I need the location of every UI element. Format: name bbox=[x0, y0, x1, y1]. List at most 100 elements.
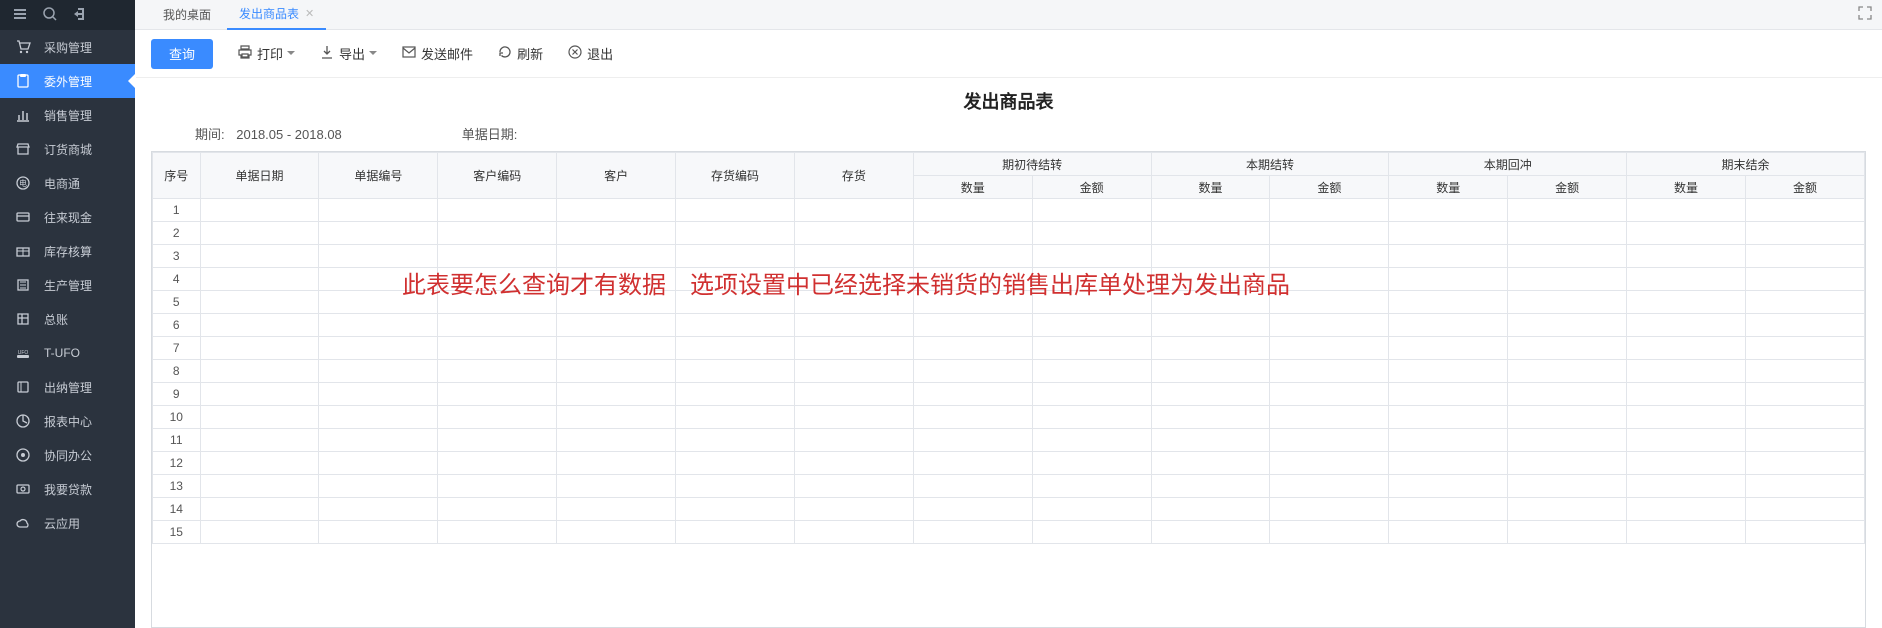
search-icon[interactable] bbox=[42, 6, 58, 25]
th-inv[interactable]: 存货 bbox=[794, 153, 913, 199]
th-amount[interactable]: 金额 bbox=[1270, 176, 1389, 199]
sidebar-item-purchase[interactable]: 采购管理 bbox=[0, 30, 135, 64]
period-filter[interactable]: 期间: 2018.05 - 2018.08 bbox=[195, 124, 342, 143]
query-button[interactable]: 查询 bbox=[151, 39, 213, 69]
menu-icon[interactable] bbox=[12, 6, 28, 25]
cell bbox=[1270, 222, 1389, 245]
th-qty[interactable]: 数量 bbox=[1151, 176, 1270, 199]
cell bbox=[1745, 337, 1864, 360]
cell bbox=[1508, 521, 1627, 544]
table-row[interactable]: 6 bbox=[153, 314, 1865, 337]
cell bbox=[557, 291, 676, 314]
table-row[interactable]: 8 bbox=[153, 360, 1865, 383]
table-row[interactable]: 9 bbox=[153, 383, 1865, 406]
cell bbox=[1151, 199, 1270, 222]
sidebar-item-cloud[interactable]: 云应用 bbox=[0, 506, 135, 540]
th-qty[interactable]: 数量 bbox=[1627, 176, 1746, 199]
sidebar-item-collab[interactable]: 协同办公 bbox=[0, 438, 135, 472]
th-custcode[interactable]: 客户编码 bbox=[438, 153, 557, 199]
sidebar-item-tufo[interactable]: UFOT-UFO bbox=[0, 336, 135, 370]
th-group-current[interactable]: 本期结转 bbox=[1151, 153, 1389, 176]
sidebar-item-inventory[interactable]: 库存核算 bbox=[0, 234, 135, 268]
cell bbox=[1270, 291, 1389, 314]
th-group-end[interactable]: 期末结余 bbox=[1627, 153, 1865, 176]
cell bbox=[200, 268, 319, 291]
cell bbox=[557, 429, 676, 452]
table-row[interactable]: 4 bbox=[153, 268, 1865, 291]
cart-icon bbox=[14, 39, 32, 55]
th-invcode[interactable]: 存货编码 bbox=[676, 153, 795, 199]
cell bbox=[557, 199, 676, 222]
cell bbox=[1627, 222, 1746, 245]
cell bbox=[1151, 475, 1270, 498]
prod-icon bbox=[14, 277, 32, 293]
cell bbox=[1270, 429, 1389, 452]
cell-seq: 2 bbox=[153, 222, 201, 245]
table-row[interactable]: 13 bbox=[153, 475, 1865, 498]
sidebar-item-production[interactable]: 生产管理 bbox=[0, 268, 135, 302]
th-amount[interactable]: 金额 bbox=[1745, 176, 1864, 199]
cell bbox=[1389, 245, 1508, 268]
table-row[interactable]: 10 bbox=[153, 406, 1865, 429]
th-qty[interactable]: 数量 bbox=[1389, 176, 1508, 199]
th-amount[interactable]: 金额 bbox=[1508, 176, 1627, 199]
ufo-icon: UFO bbox=[14, 345, 32, 361]
tab-0[interactable]: 我的桌面 bbox=[151, 0, 223, 30]
cell bbox=[794, 521, 913, 544]
th-docno[interactable]: 单据编号 bbox=[319, 153, 438, 199]
sidebar-item-sales[interactable]: 销售管理 bbox=[0, 98, 135, 132]
sidebar-item-ordermall[interactable]: 订货商城 bbox=[0, 132, 135, 166]
th-group-back[interactable]: 本期回冲 bbox=[1389, 153, 1627, 176]
th-qty[interactable]: 数量 bbox=[913, 176, 1032, 199]
sidebar-item-cash[interactable]: 往来现金 bbox=[0, 200, 135, 234]
cell bbox=[1508, 245, 1627, 268]
sidebar-item-reports[interactable]: 报表中心 bbox=[0, 404, 135, 438]
exit-button[interactable]: 退出 bbox=[567, 44, 613, 63]
fullscreen-icon[interactable] bbox=[1858, 6, 1872, 23]
th-seq[interactable]: 序号 bbox=[153, 153, 201, 199]
cell bbox=[1032, 245, 1151, 268]
table-row[interactable]: 12 bbox=[153, 452, 1865, 475]
tab-close-icon[interactable]: ✕ bbox=[305, 7, 314, 20]
table-row[interactable]: 1 bbox=[153, 199, 1865, 222]
cell bbox=[1151, 245, 1270, 268]
cell bbox=[200, 222, 319, 245]
sidebar-item-gl[interactable]: 总账 bbox=[0, 302, 135, 336]
table-row[interactable]: 2 bbox=[153, 222, 1865, 245]
table-row[interactable]: 3 bbox=[153, 245, 1865, 268]
table-row[interactable]: 11 bbox=[153, 429, 1865, 452]
tab-1[interactable]: 发出商品表✕ bbox=[227, 0, 326, 30]
cell bbox=[913, 498, 1032, 521]
sidebar-item-cashier[interactable]: 出纳管理 bbox=[0, 370, 135, 404]
sidebar-item-loan[interactable]: 我要贷款 bbox=[0, 472, 135, 506]
th-cust[interactable]: 客户 bbox=[557, 153, 676, 199]
cell bbox=[1032, 475, 1151, 498]
report-table: 序号 单据日期 单据编号 客户编码 客户 存货编码 存货 期初待结转 本期结转 … bbox=[152, 152, 1865, 544]
caret-down-icon bbox=[369, 51, 377, 59]
cell bbox=[319, 406, 438, 429]
th-docdate[interactable]: 单据日期 bbox=[200, 153, 319, 199]
th-amount[interactable]: 金额 bbox=[1032, 176, 1151, 199]
table-row[interactable]: 7 bbox=[153, 337, 1865, 360]
refresh-button[interactable]: 刷新 bbox=[497, 44, 543, 63]
table-row[interactable]: 15 bbox=[153, 521, 1865, 544]
cell bbox=[1032, 314, 1151, 337]
cell bbox=[1745, 521, 1864, 544]
th-group-begin[interactable]: 期初待结转 bbox=[913, 153, 1151, 176]
cell bbox=[1032, 291, 1151, 314]
docdate-filter[interactable]: 单据日期: bbox=[462, 124, 526, 143]
sidebar-item-label: 协同办公 bbox=[44, 447, 92, 464]
cell bbox=[438, 429, 557, 452]
sidebar-item-outsource[interactable]: 委外管理 bbox=[0, 64, 135, 98]
sidebar-item-ecom[interactable]: 电电商通 bbox=[0, 166, 135, 200]
export-button[interactable]: 导出 bbox=[319, 44, 377, 63]
table-row[interactable]: 14 bbox=[153, 498, 1865, 521]
cell bbox=[794, 199, 913, 222]
print-button[interactable]: 打印 bbox=[237, 44, 295, 63]
table-row[interactable]: 5 bbox=[153, 291, 1865, 314]
cell bbox=[200, 245, 319, 268]
exit-icon[interactable] bbox=[72, 6, 88, 25]
sidebar-item-label: 订货商城 bbox=[44, 141, 92, 158]
mail-button[interactable]: 发送邮件 bbox=[401, 44, 473, 63]
cell-seq: 8 bbox=[153, 360, 201, 383]
